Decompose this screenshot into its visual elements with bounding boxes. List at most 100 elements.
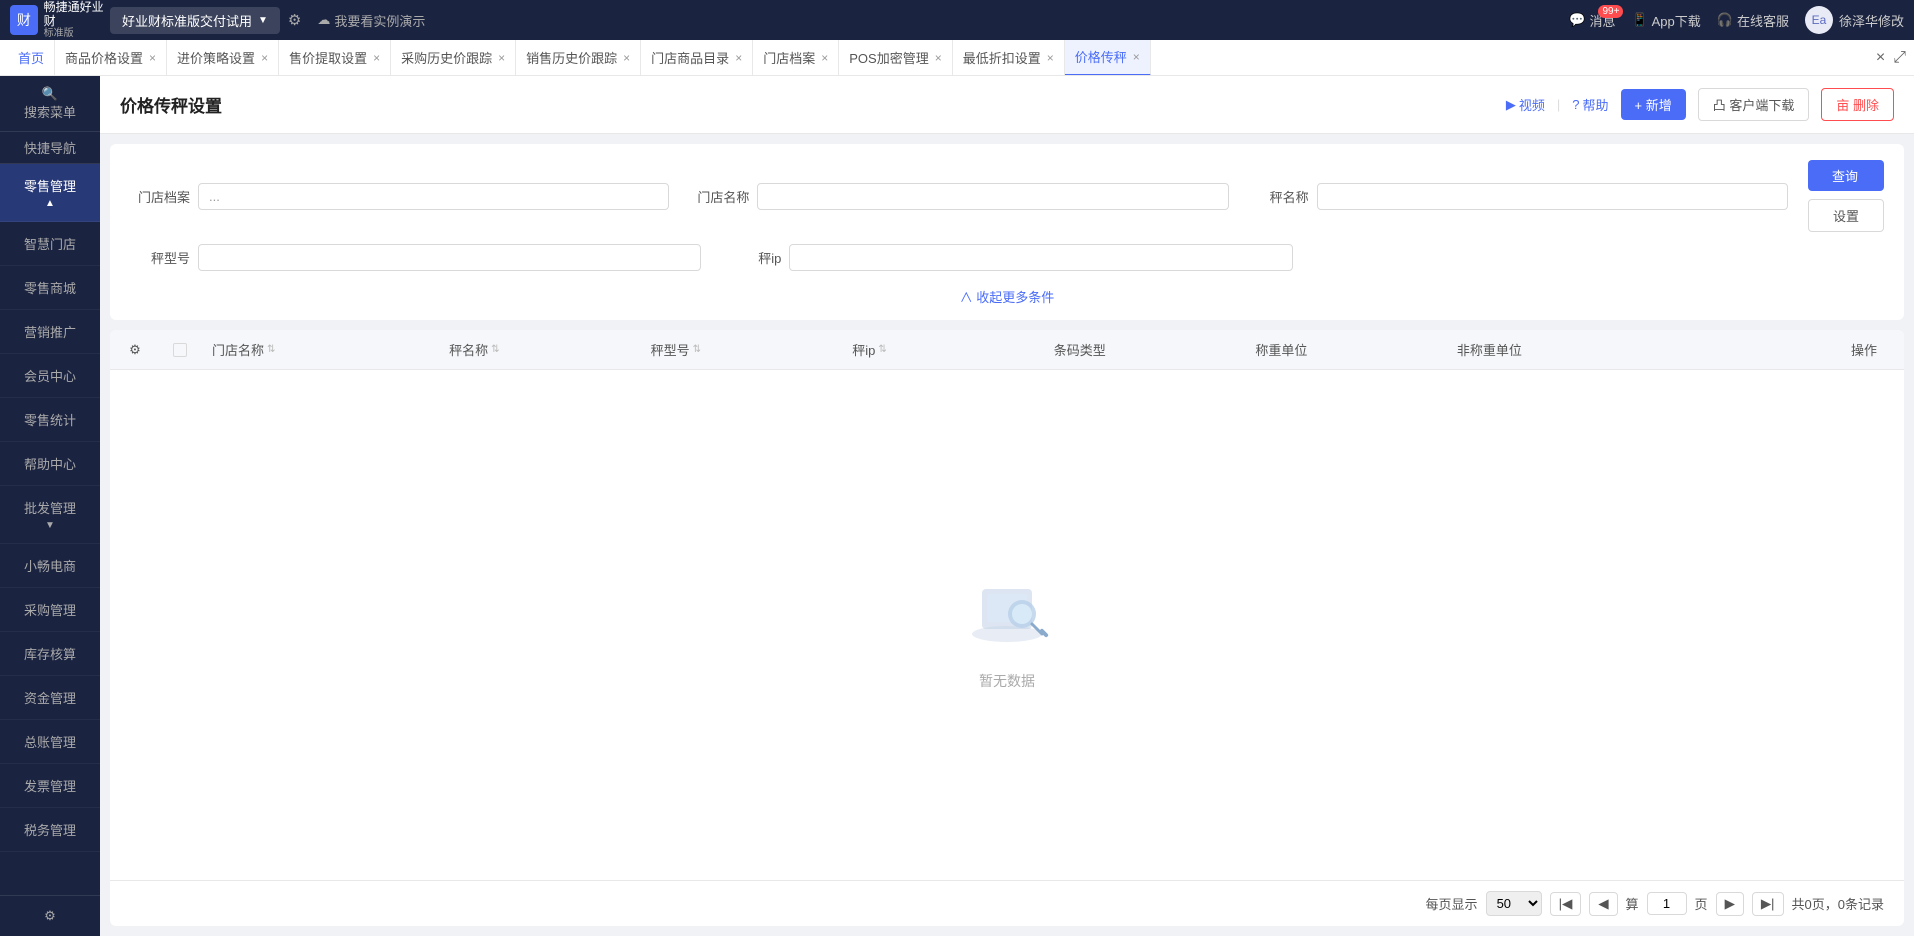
close-icon[interactable]: × (935, 51, 942, 65)
user-menu[interactable]: Ea 徐泽华修改 (1805, 6, 1904, 34)
sidebar-item-retail-mall[interactable]: 零售商城 (0, 266, 100, 310)
divider: | (1557, 97, 1560, 112)
th-weight-unit[interactable]: 称重单位 (1243, 330, 1445, 369)
sidebar-item-invoice[interactable]: 发票管理 (0, 764, 100, 808)
tab-min-discount[interactable]: 最低折扣设置 × (953, 40, 1065, 76)
store-profile-select[interactable]: ... (198, 183, 669, 210)
settings-icon[interactable]: ⚙ (288, 11, 301, 29)
th-barcode-type[interactable]: 条码类型 (1042, 330, 1244, 369)
sidebar-item-tax[interactable]: 税务管理 (0, 808, 100, 852)
scale-ip-input[interactable] (789, 244, 1292, 271)
sidebar-item-finance[interactable]: 资金管理 (0, 676, 100, 720)
close-icon[interactable]: × (821, 51, 828, 65)
next-page-button[interactable]: ▶ (1716, 892, 1744, 916)
close-icon[interactable]: × (373, 51, 380, 65)
tab-goods-price[interactable]: 商品价格设置 × (55, 40, 167, 76)
tab-sale-price[interactable]: 售价提取设置 × (279, 40, 391, 76)
download-button[interactable]: 凸 客户端下载 (1698, 88, 1810, 121)
tab-store-profile[interactable]: 门店档案 × (753, 40, 839, 76)
tab-pos-security[interactable]: POS加密管理 × (839, 40, 952, 76)
sidebar-search[interactable]: 🔍 搜索菜单 (0, 76, 100, 132)
store-name-input[interactable] (757, 183, 1228, 210)
logo-area: 财 畅捷通好业财 标准版 (10, 0, 110, 40)
th-checkbox[interactable] (160, 333, 200, 367)
tab-price-scale[interactable]: 价格传秤 × (1065, 40, 1151, 76)
video-link[interactable]: ▶ 视频 (1506, 95, 1545, 114)
collapse-button[interactable]: ∧ 收起更多条件 (130, 283, 1884, 310)
close-icon[interactable]: × (1133, 50, 1140, 64)
tab-close-controls: × ⤢ (1876, 49, 1906, 67)
th-settings[interactable]: ⚙ (110, 332, 160, 368)
help-link[interactable]: ? 帮助 (1572, 95, 1608, 114)
add-button[interactable]: + 新增 (1621, 89, 1686, 120)
sidebar-item-help-center[interactable]: 帮助中心 (0, 442, 100, 486)
th-store-name[interactable]: 门店名称 ⇅ (200, 330, 437, 369)
demo-link[interactable]: ☁ 我要看实例演示 (317, 11, 425, 30)
close-icon[interactable]: × (735, 51, 742, 65)
page-word: 算 (1626, 894, 1639, 913)
chevron-down-icon: ▼ (45, 520, 55, 531)
first-page-button[interactable]: |◀ (1550, 892, 1582, 916)
th-scale-name[interactable]: 秤名称 ⇅ (437, 330, 639, 369)
page-number-input[interactable] (1647, 892, 1687, 915)
table-body: 暂无数据 (110, 370, 1904, 880)
scale-name-field: 秤名称 (1249, 183, 1788, 210)
store-profile-label: 门店档案 (130, 187, 190, 206)
messages-button[interactable]: 💬 消息 99+ (1569, 11, 1615, 30)
empty-text: 暂无数据 (979, 671, 1035, 691)
search-button[interactable]: 查询 (1808, 160, 1884, 191)
close-icon[interactable]: × (149, 51, 156, 65)
scale-name-input[interactable] (1317, 183, 1788, 210)
tab-sale-history[interactable]: 销售历史价跟踪 × (516, 40, 641, 76)
settings-button[interactable]: 设置 (1808, 199, 1884, 232)
th-nonweight-unit[interactable]: 非称重单位 (1445, 330, 1824, 369)
prev-page-button[interactable]: ◀ (1589, 892, 1617, 916)
select-all-checkbox[interactable] (173, 343, 187, 357)
close-icon[interactable]: × (1047, 51, 1054, 65)
sidebar-item-ecommerce[interactable]: 小畅电商 (0, 544, 100, 588)
sidebar-item-marketing[interactable]: 营销推广 (0, 310, 100, 354)
sidebar-item-purchase[interactable]: 采购管理 (0, 588, 100, 632)
tab-purchase-history[interactable]: 采购历史价跟踪 × (391, 40, 516, 76)
sidebar-item-retail-management[interactable]: 零售管理 ▲ (0, 164, 100, 222)
expand-tab-button[interactable]: ⤢ (1893, 49, 1906, 67)
download-icon: 📱 (1631, 12, 1647, 28)
last-page-button[interactable]: ▶| (1752, 892, 1784, 916)
search-icon: 🔍 (42, 86, 58, 101)
form-row-2: 秤型号 秤ip (130, 244, 1884, 271)
empty-illustration (957, 559, 1057, 659)
avatar: Ea (1805, 6, 1833, 34)
delete-button[interactable]: 亩 删除 (1821, 88, 1894, 121)
tab-home[interactable]: 首页 (8, 40, 55, 76)
sidebar-item-inventory[interactable]: 库存核算 (0, 632, 100, 676)
app-download-button[interactable]: 📱 App下载 (1631, 11, 1700, 30)
app-select-button[interactable]: 好业财标准版交付试用 ▼ (110, 7, 280, 34)
sidebar-item-wholesale[interactable]: 批发管理 ▼ (0, 486, 100, 544)
tab-purchase-strategy[interactable]: 进价策略设置 × (167, 40, 279, 76)
close-tab-button[interactable]: × (1876, 49, 1885, 67)
sidebar-bottom-settings[interactable]: ⚙ (0, 895, 100, 936)
scale-model-input[interactable] (198, 244, 701, 271)
sidebar-item-member-center[interactable]: 会员中心 (0, 354, 100, 398)
sidebar-item-smart-store[interactable]: 智慧门店 (0, 222, 100, 266)
header-actions: ▶ 视频 | ? 帮助 + 新增 凸 客户端下载 亩 删除 (1506, 88, 1894, 121)
scale-model-field: 秤型号 (130, 244, 701, 271)
online-service-button[interactable]: 🎧 在线客服 (1717, 11, 1789, 30)
close-icon[interactable]: × (261, 51, 268, 65)
scale-ip-field: 秤ip (721, 244, 1292, 271)
per-page-select[interactable]: 50 10 20 100 (1486, 891, 1542, 916)
th-scale-ip[interactable]: 秤ip ⇅ (840, 330, 1042, 369)
sort-icon: ⇅ (267, 344, 275, 355)
sidebar-item-general-ledger[interactable]: 总账管理 (0, 720, 100, 764)
th-scale-model[interactable]: 秤型号 ⇅ (639, 330, 841, 369)
app-selector-area: 好业财标准版交付试用 ▼ ⚙ ☁ 我要看实例演示 (110, 7, 1569, 34)
content-area: 价格传秤设置 ▶ 视频 | ? 帮助 + 新增 凸 客户端下载 亩 (100, 76, 1914, 936)
sidebar-item-retail-stats[interactable]: 零售统计 (0, 398, 100, 442)
close-icon[interactable]: × (498, 51, 505, 65)
pagination: 每页显示 50 10 20 100 |◀ ◀ 算 页 ▶ ▶| 共0页，0条记录 (110, 880, 1904, 926)
empty-state: 暂无数据 (957, 559, 1057, 691)
sidebar-quick-nav[interactable]: 快捷导航 (0, 132, 100, 164)
close-icon[interactable]: × (623, 51, 630, 65)
tab-store-catalog[interactable]: 门店商品目录 × (641, 40, 753, 76)
sidebar: 🔍 搜索菜单 快捷导航 零售管理 ▲ 智慧门店 零售商城 营销推广 会员中心 零… (0, 76, 100, 936)
